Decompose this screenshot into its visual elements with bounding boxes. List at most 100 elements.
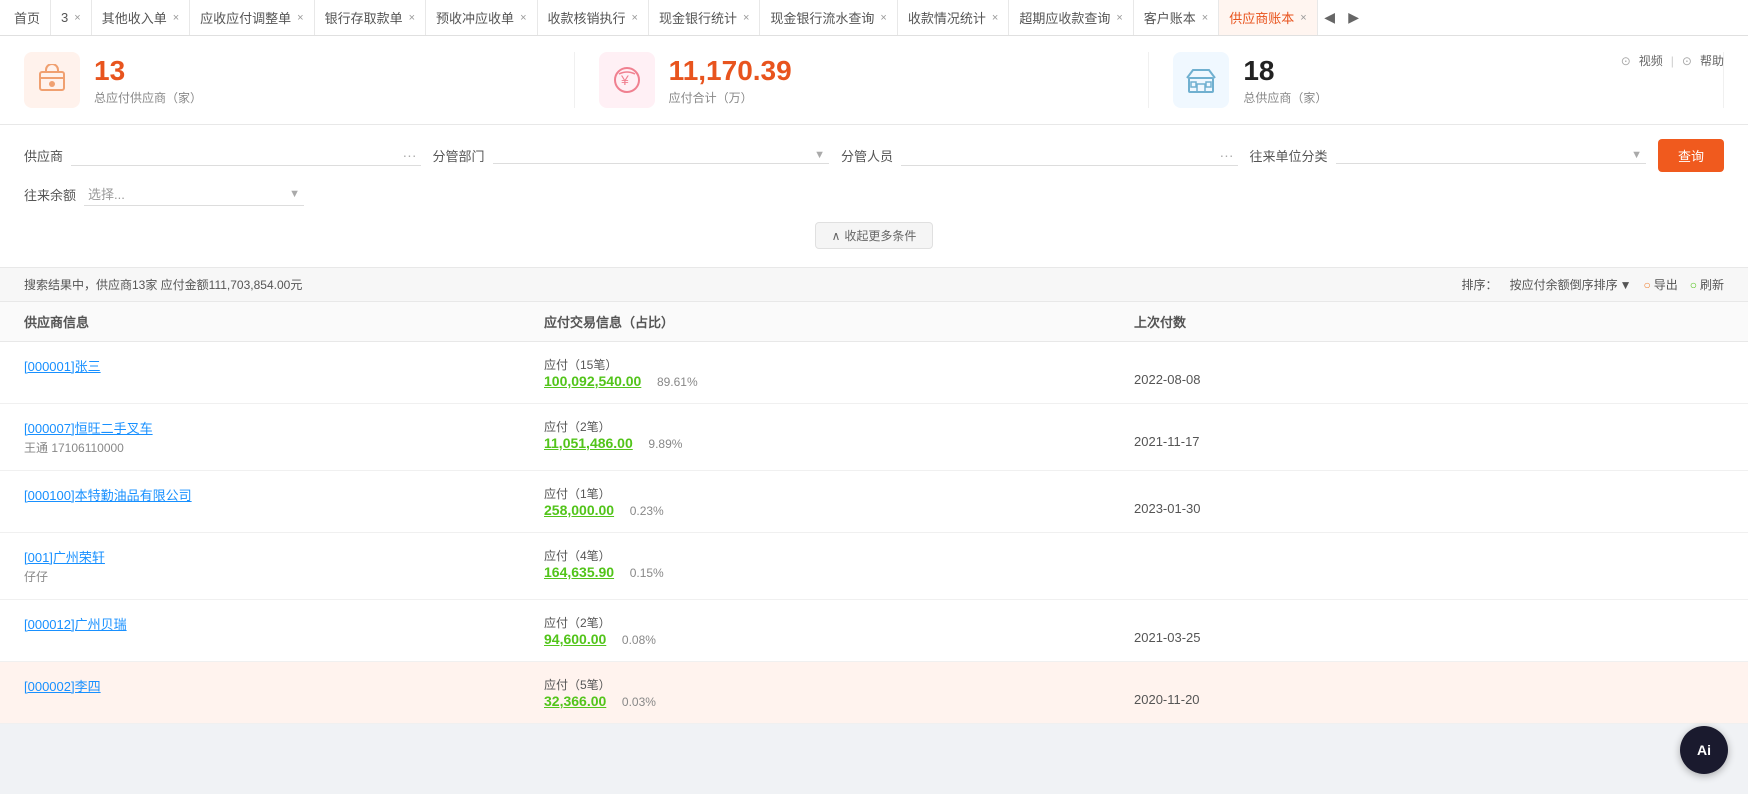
supplier-name-link[interactable]: [000012]广州贝瑞 bbox=[24, 617, 127, 632]
nav-tab-overdue-ar-close[interactable]: × bbox=[1116, 12, 1122, 24]
table-body: [000001]张三 应付（15笔） 100,092,540.00 89.61%… bbox=[0, 342, 1748, 724]
nav-tab-customer-ledger-close[interactable]: × bbox=[1202, 12, 1208, 24]
nav-tab-receipt-exec[interactable]: 收款核销执行 × bbox=[538, 0, 649, 36]
category-label: 往来单位分类 bbox=[1250, 146, 1328, 165]
person-input[interactable] bbox=[905, 148, 1219, 163]
nav-tab-bank-deposit[interactable]: 银行存取款单 × bbox=[315, 0, 426, 36]
table-row[interactable]: [000002]李四 应付（5笔） 32,366.00 0.03% 2020-1… bbox=[0, 662, 1748, 724]
payable-percent: 0.08% bbox=[622, 633, 656, 647]
nav-tab-receipt-stat-label: 收款情况统计 bbox=[908, 8, 986, 27]
nav-tab-customer-ledger[interactable]: 客户账本 × bbox=[1134, 0, 1219, 36]
refresh-button[interactable]: ○ 刷新 bbox=[1690, 276, 1724, 293]
person-picker-icon[interactable]: ··· bbox=[1220, 147, 1234, 163]
nav-tab-supplier-ledger[interactable]: 供应商账本 × bbox=[1219, 0, 1317, 36]
nav-tab-cash-bank-stat-close[interactable]: × bbox=[743, 12, 749, 24]
payable-cell: 应付（2笔） 94,600.00 0.08% bbox=[544, 614, 1134, 647]
nav-next-arrow[interactable]: ▶ bbox=[1342, 0, 1366, 36]
nav-tab-cash-flow-query-close[interactable]: × bbox=[880, 12, 886, 24]
nav-tab-cash-bank-stat[interactable]: 现金银行统计 × bbox=[649, 0, 760, 36]
payable-percent: 0.15% bbox=[630, 566, 664, 580]
table-row[interactable]: [001]广州荣轩 仔仔 应付（4笔） 164,635.90 0.15% bbox=[0, 533, 1748, 600]
supplier-input[interactable] bbox=[75, 148, 402, 163]
filter-person: 分管人员 ··· bbox=[841, 145, 1238, 166]
balance-select-value: 选择... bbox=[88, 184, 289, 203]
payable-amount-link[interactable]: 258,000.00 bbox=[544, 502, 614, 518]
dept-select-wrap[interactable]: ▼ bbox=[493, 147, 829, 164]
video-link[interactable]: 视频 bbox=[1639, 52, 1663, 69]
total-suppliers-label: 总供应商（家） bbox=[1243, 89, 1327, 106]
balance-select-wrap[interactable]: 选择... ▼ bbox=[84, 182, 304, 206]
nav-tab-cash-flow-query[interactable]: 现金银行流水查询 × bbox=[760, 0, 897, 36]
filter-supplier: 供应商 ··· bbox=[24, 145, 421, 166]
nav-tab-supplier-ledger-label: 供应商账本 bbox=[1229, 8, 1294, 27]
nav-tab-ar-ap-adjust-close[interactable]: × bbox=[297, 12, 303, 24]
total-payable-amount-label: 应付合计（万） bbox=[669, 89, 792, 106]
nav-tab-home[interactable]: 首页 bbox=[4, 0, 51, 36]
nav-tab-cash-bank-stat-label: 现金银行统计 bbox=[659, 8, 737, 27]
table-row[interactable]: [000007]恒旺二手叉车 王通 17106110000 应付（2笔） 11,… bbox=[0, 404, 1748, 471]
amount-icon: ¥ bbox=[599, 52, 655, 108]
store-icon bbox=[1173, 52, 1229, 108]
table-row[interactable]: [000001]张三 应付（15笔） 100,092,540.00 89.61%… bbox=[0, 342, 1748, 404]
summary-item-amount: ¥ 11,170.39 应付合计（万） bbox=[575, 52, 1150, 108]
nav-tab-other-income[interactable]: 其他收入单 × bbox=[92, 0, 190, 36]
total-payable-suppliers: 13 bbox=[94, 54, 202, 88]
collapse-bar: ∧ 收起更多条件 bbox=[24, 216, 1724, 259]
table-row[interactable]: [000012]广州贝瑞 应付（2笔） 94,600.00 0.08% 2021… bbox=[0, 600, 1748, 662]
payable-cell: 应付（2笔） 11,051,486.00 9.89% bbox=[544, 418, 1134, 451]
col-header-payable: 应付交易信息（占比） bbox=[544, 312, 1134, 331]
summary-text-amount: 11,170.39 应付合计（万） bbox=[669, 54, 792, 107]
filter-balance: 往来余额 选择... ▼ bbox=[24, 182, 304, 206]
nav-prev-arrow[interactable]: ◀ bbox=[1318, 0, 1342, 36]
nav-tab-home-label: 首页 bbox=[14, 8, 40, 27]
ai-button[interactable]: Ai bbox=[1680, 726, 1728, 774]
top-right-links: ⊙ 视频 | ⊙ 帮助 bbox=[1621, 52, 1724, 69]
nav-tab-ar-ap-adjust[interactable]: 应收应付调整单 × bbox=[190, 0, 314, 36]
collapse-button[interactable]: ∧ 收起更多条件 bbox=[815, 222, 934, 249]
payable-percent: 9.89% bbox=[648, 437, 682, 451]
nav-tab-prepay-offset[interactable]: 预收冲应收单 × bbox=[426, 0, 537, 36]
svg-text:¥: ¥ bbox=[620, 72, 629, 88]
nav-tab-3[interactable]: 3 × bbox=[51, 0, 92, 36]
export-button[interactable]: ○ 导出 bbox=[1643, 276, 1677, 293]
category-select-wrap[interactable]: ▼ bbox=[1336, 147, 1646, 164]
balance-dropdown-icon: ▼ bbox=[289, 188, 300, 200]
help-link[interactable]: 帮助 bbox=[1700, 52, 1724, 69]
payable-amount-link[interactable]: 100,092,540.00 bbox=[544, 373, 641, 389]
supplier-name-link[interactable]: [000100]本特勤油品有限公司 bbox=[24, 488, 192, 503]
payable-cell: 应付（15笔） 100,092,540.00 89.61% bbox=[544, 356, 1134, 389]
supplier-input-wrap: ··· bbox=[71, 145, 420, 166]
supplier-picker-icon[interactable]: ··· bbox=[403, 147, 417, 163]
result-bar: 搜索结果中，供应商13家 应付金额111,703,854.00元 排序： 按应付… bbox=[0, 268, 1748, 302]
supplier-label: 供应商 bbox=[24, 146, 63, 165]
supplier-name-link[interactable]: [000007]恒旺二手叉车 bbox=[24, 421, 153, 436]
total-payable-suppliers-label: 总应付供应商（家） bbox=[94, 89, 202, 106]
payable-percent: 0.03% bbox=[622, 695, 656, 709]
nav-tab-bank-deposit-close[interactable]: × bbox=[409, 12, 415, 24]
filter-area: 供应商 ··· 分管部门 ▼ 分管人员 ··· 往来单位分类 bbox=[0, 125, 1748, 268]
table-area: 供应商信息 应付交易信息（占比） 上次付数 [000001]张三 应付（15笔）… bbox=[0, 302, 1748, 724]
supplier-name-link[interactable]: [000002]李四 bbox=[24, 679, 101, 694]
nav-tab-3-close[interactable]: × bbox=[74, 12, 80, 24]
payable-label: 应付（15笔） bbox=[544, 358, 617, 372]
nav-tab-other-income-close[interactable]: × bbox=[173, 12, 179, 24]
payable-amount-link[interactable]: 164,635.90 bbox=[544, 564, 614, 580]
nav-tab-receipt-stat[interactable]: 收款情况统计 × bbox=[898, 0, 1009, 36]
table-row[interactable]: [000100]本特勤油品有限公司 应付（1笔） 258,000.00 0.23… bbox=[0, 471, 1748, 533]
dept-label: 分管部门 bbox=[433, 146, 485, 165]
supplier-name-link[interactable]: [000001]张三 bbox=[24, 359, 101, 374]
sort-dropdown-icon: ▼ bbox=[1620, 278, 1632, 292]
sort-value: 按应付余额倒序排序 bbox=[1510, 276, 1618, 293]
nav-tab-prepay-offset-close[interactable]: × bbox=[520, 12, 526, 24]
sort-select[interactable]: 按应付余额倒序排序 ▼ bbox=[1510, 276, 1632, 293]
nav-tab-receipt-exec-close[interactable]: × bbox=[632, 12, 638, 24]
payable-amount-link[interactable]: 32,366.00 bbox=[544, 693, 606, 709]
payable-amount-link[interactable]: 94,600.00 bbox=[544, 631, 606, 647]
supplier-name-link[interactable]: [001]广州荣轩 bbox=[24, 550, 105, 565]
nav-tab-overdue-ar[interactable]: 超期应收款查询 × bbox=[1009, 0, 1133, 36]
nav-tab-receipt-stat-close[interactable]: × bbox=[992, 12, 998, 24]
query-button[interactable]: 查询 bbox=[1658, 139, 1724, 172]
filter-category: 往来单位分类 ▼ bbox=[1250, 146, 1647, 165]
nav-tab-supplier-ledger-close[interactable]: × bbox=[1300, 12, 1306, 24]
payable-amount-link[interactable]: 11,051,486.00 bbox=[544, 435, 633, 451]
